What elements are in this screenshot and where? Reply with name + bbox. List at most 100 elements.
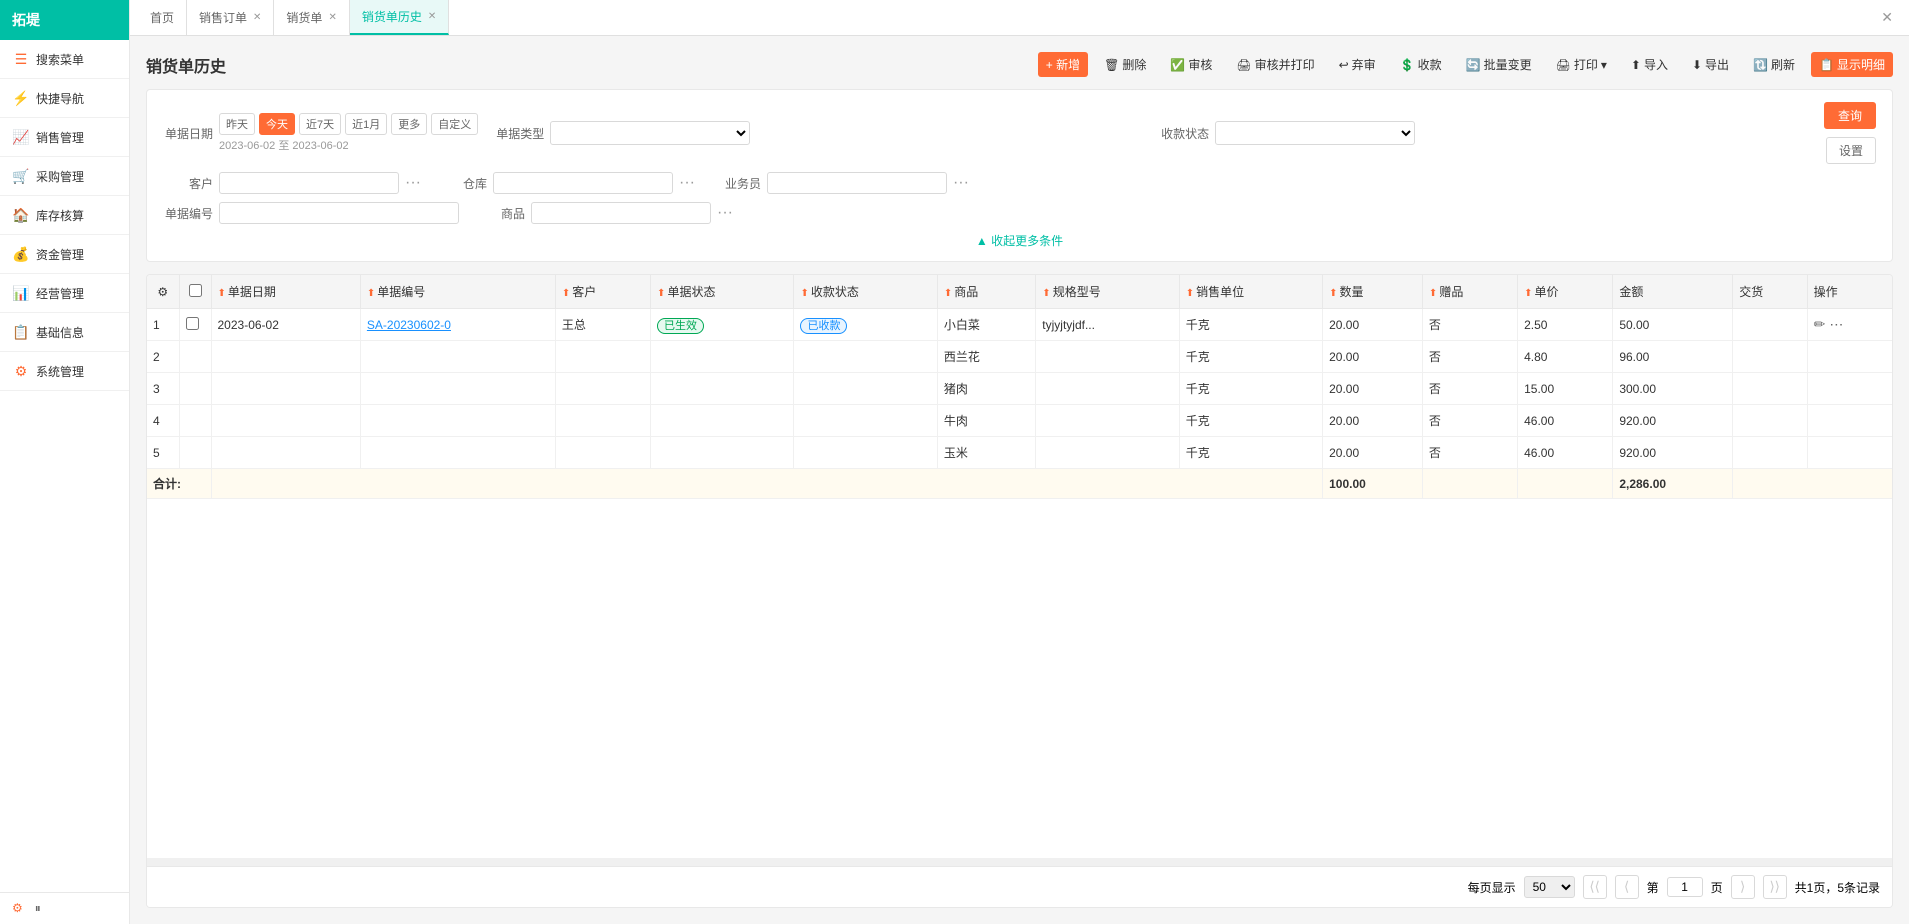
salesman-label: 业务员: [711, 175, 761, 192]
warehouse-input[interactable]: [493, 172, 673, 194]
audit-icon: ✅: [1170, 58, 1185, 72]
row5-checkbox[interactable]: [179, 437, 211, 469]
date-btn-custom[interactable]: 自定义: [431, 113, 478, 135]
query-button[interactable]: 查询: [1824, 102, 1876, 129]
col-checkbox-header[interactable]: [179, 275, 211, 309]
page-number-input[interactable]: [1667, 877, 1703, 897]
col-customer-header[interactable]: ⬆客户: [555, 275, 650, 309]
col-goods-header[interactable]: ⬆商品: [937, 275, 1035, 309]
col-qty-header[interactable]: ⬆数量: [1323, 275, 1423, 309]
sidebar-item-purchase-mgmt[interactable]: 🛒 采购管理: [0, 157, 129, 196]
row1-edit-icon[interactable]: ✏: [1814, 316, 1826, 333]
col-amount-header[interactable]: 金额: [1613, 275, 1733, 309]
sidebar-item-quick-nav[interactable]: ⚡ 快捷导航: [0, 79, 129, 118]
refresh-button[interactable]: 🔃 刷新: [1745, 52, 1803, 77]
salesman-dots[interactable]: ···: [953, 174, 969, 192]
customer-input[interactable]: [219, 172, 399, 194]
row4-goods: 牛肉: [937, 405, 1035, 437]
page-header: 销货单历史 + 新增 🗑 删除 ✅ 审核 🖨 审核并打印 ↩ 弃审: [146, 52, 1893, 77]
tab-sales-goods[interactable]: 销货单 ✕: [274, 0, 349, 35]
col-spec-header[interactable]: ⬆规格型号: [1036, 275, 1179, 309]
row5-docstatus: [651, 437, 794, 469]
import-button[interactable]: ⬆ 导入: [1623, 52, 1676, 77]
tab-sales-history-close[interactable]: ✕: [428, 11, 436, 22]
tab-sales-order-close[interactable]: ✕: [253, 12, 261, 23]
date-btn-7days[interactable]: 近7天: [299, 113, 341, 135]
table-container[interactable]: ⚙ ⬆单据日期 ⬆单据编号 ⬆客户 ⬆单据状态 ⬆收款状态 ⬆商品 ⬆规格型号 …: [147, 275, 1892, 858]
tab-sales-order[interactable]: 销售订单 ✕: [187, 0, 274, 35]
sidebar-item-label: 库存核算: [36, 207, 84, 224]
sidebar-item-inventory-calc[interactable]: 🏠 库存核算: [0, 196, 129, 235]
col-date-header[interactable]: ⬆单据日期: [211, 275, 360, 309]
date-btn-more[interactable]: 更多: [391, 113, 427, 135]
horizontal-scrollbar[interactable]: [147, 858, 1892, 866]
col-unit-header[interactable]: ⬆销售单位: [1179, 275, 1322, 309]
warehouse-dots[interactable]: ···: [679, 174, 695, 192]
goods-input[interactable]: [531, 202, 711, 224]
customer-dots[interactable]: ···: [405, 174, 421, 192]
show-detail-button[interactable]: 📋 显示明细: [1811, 52, 1893, 77]
date-btn-yesterday[interactable]: 昨天: [219, 113, 255, 135]
page-first-btn[interactable]: ⟨⟨: [1583, 875, 1607, 899]
add-button[interactable]: + 新增: [1038, 52, 1088, 77]
pause-footer-icon[interactable]: ⏸: [35, 901, 41, 916]
table-row: 2 西兰花 千克 20.00 否 4.80: [147, 341, 1892, 373]
row4-collectstatus: [794, 405, 937, 437]
col-gift-header[interactable]: ⬆赠品: [1422, 275, 1517, 309]
sidebar-item-search-menu[interactable]: ☰ 搜索菜单: [0, 40, 129, 79]
tab-sales-history[interactable]: 销货单历史 ✕: [350, 0, 449, 35]
goods-label: 商品: [475, 205, 525, 222]
col-docstatus-header[interactable]: ⬆单据状态: [651, 275, 794, 309]
sidebar-item-sales-mgmt[interactable]: 📈 销售管理: [0, 118, 129, 157]
date-btn-1month[interactable]: 近1月: [345, 113, 387, 135]
sidebar-header: 拓堤: [0, 0, 129, 40]
delete-button[interactable]: 🗑 删除: [1096, 52, 1154, 77]
goods-dots[interactable]: ···: [717, 204, 733, 222]
row1-docno[interactable]: SA-20230602-0: [360, 309, 555, 341]
col-delivery-header[interactable]: 交货: [1733, 275, 1807, 309]
row5-customer: [555, 437, 650, 469]
salesman-input[interactable]: [767, 172, 947, 194]
col-settings-header[interactable]: ⚙: [147, 275, 179, 309]
page-last-btn[interactable]: ⟩⟩: [1763, 875, 1787, 899]
tab-sales-goods-close[interactable]: ✕: [328, 12, 336, 23]
sidebar-item-sys-mgmt[interactable]: ⚙ 系统管理: [0, 352, 129, 391]
page-next-btn[interactable]: ⟩: [1731, 875, 1755, 899]
page-prev-btn[interactable]: ⟨: [1615, 875, 1639, 899]
audit-button[interactable]: ✅ 审核: [1162, 52, 1220, 77]
doc-number-input[interactable]: [219, 202, 459, 224]
collect-status-select[interactable]: [1215, 121, 1415, 145]
sidebar-item-finance-mgmt[interactable]: 💰 资金管理: [0, 235, 129, 274]
export-button[interactable]: ⬇ 导出: [1684, 52, 1737, 77]
audit-print-button[interactable]: 🖨 审核并打印: [1228, 52, 1322, 77]
row1-more-icon[interactable]: ⋯: [1829, 316, 1843, 333]
row3-checkbox[interactable]: [179, 373, 211, 405]
sidebar-item-ops-mgmt[interactable]: 📊 经营管理: [0, 274, 129, 313]
col-docno-header[interactable]: ⬆单据编号: [360, 275, 555, 309]
collect-button[interactable]: 💲 收款: [1392, 52, 1450, 77]
row3-spec: [1036, 373, 1179, 405]
tab-home[interactable]: 首页: [138, 0, 187, 35]
sidebar-item-basic-info[interactable]: 📋 基础信息: [0, 313, 129, 352]
sidebar-item-label: 资金管理: [36, 246, 84, 263]
sidebar-item-label: 采购管理: [36, 168, 84, 185]
date-btn-today[interactable]: 今天: [259, 113, 295, 135]
row3-date: [211, 373, 360, 405]
main-close-button[interactable]: ✕: [1873, 9, 1901, 26]
select-all-checkbox[interactable]: [189, 284, 202, 297]
abandon-button[interactable]: ↩ 弃审: [1331, 52, 1384, 77]
row1-checkbox[interactable]: [179, 309, 211, 341]
page-size-select[interactable]: 50 20 100: [1524, 876, 1575, 898]
col-collectstatus-header[interactable]: ⬆收款状态: [794, 275, 937, 309]
collapse-button[interactable]: ▲ 收起更多条件: [163, 232, 1876, 249]
set-button[interactable]: 设置: [1826, 137, 1876, 164]
settings-footer-icon[interactable]: ⚙: [12, 901, 23, 916]
print-button[interactable]: 🖨 打印 ▾: [1548, 52, 1615, 77]
row5-delivery: [1733, 437, 1807, 469]
row4-checkbox[interactable]: [179, 405, 211, 437]
doc-type-select[interactable]: [550, 121, 750, 145]
row2-checkbox[interactable]: [179, 341, 211, 373]
row2-gift: 否: [1422, 341, 1517, 373]
batch-change-button[interactable]: 🔄 批量变更: [1458, 52, 1540, 77]
col-price-header[interactable]: ⬆单价: [1518, 275, 1613, 309]
